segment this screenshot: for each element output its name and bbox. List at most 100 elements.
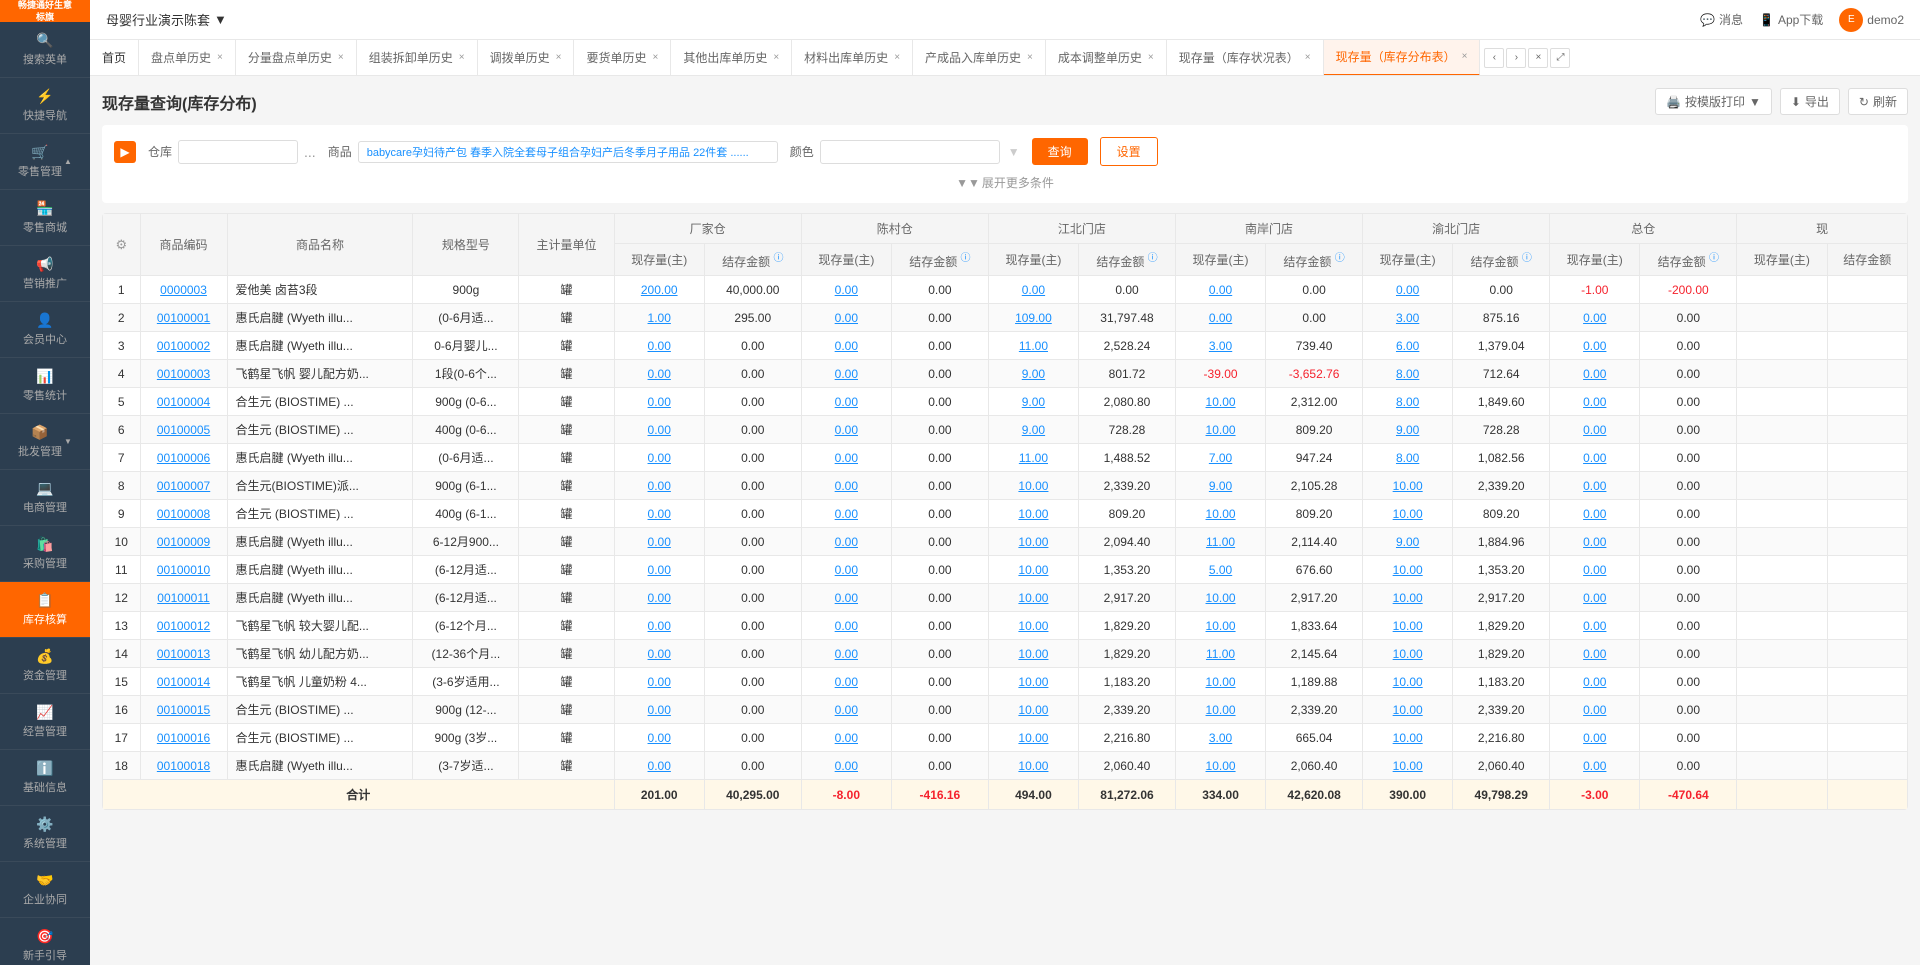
sidebar-item-marketing[interactable]: 📢 营销推广 — [0, 246, 90, 302]
cell-yb-qty[interactable]: 10.00 — [1363, 556, 1453, 584]
cell-total-qty[interactable]: 0.00 — [1550, 696, 1640, 724]
cell-total-qty[interactable]: 0.00 — [1550, 304, 1640, 332]
cell-f-qty[interactable]: 0.00 — [614, 584, 704, 612]
cell-jb-qty[interactable]: 10.00 — [988, 696, 1078, 724]
tab-close-stock-dist[interactable]: × — [1462, 51, 1468, 62]
cell-f-qty[interactable]: 1.00 — [614, 304, 704, 332]
cell-code[interactable]: 00100004 — [140, 388, 227, 416]
tab-close-assembly[interactable]: × — [459, 52, 465, 63]
expand-btn[interactable]: ▼▼ 展开更多条件 — [956, 174, 1054, 191]
cell-yb-qty[interactable]: 10.00 — [1363, 472, 1453, 500]
warehouse-dots[interactable]: ... — [304, 144, 316, 160]
cell-f-qty[interactable]: 200.00 — [614, 276, 704, 304]
cell-jb-qty[interactable]: 9.00 — [988, 388, 1078, 416]
refresh-btn[interactable]: ↻ 刷新 — [1848, 88, 1908, 115]
tab-stock-dist[interactable]: 现存量（库存分布表） × — [1324, 40, 1481, 76]
cell-cp-qty[interactable]: 0.00 — [801, 276, 891, 304]
tab-close-product[interactable]: × — [1027, 52, 1033, 63]
tab-order[interactable]: 要货单历史 × — [574, 40, 671, 76]
cell-cp-qty[interactable]: 0.00 — [801, 696, 891, 724]
cell-code[interactable]: 00100010 — [140, 556, 227, 584]
export-btn[interactable]: ⬇ 导出 — [1780, 88, 1840, 115]
cell-code[interactable]: 00100002 — [140, 332, 227, 360]
cell-code[interactable]: 00100005 — [140, 416, 227, 444]
cell-cp-qty[interactable]: 0.00 — [801, 332, 891, 360]
cell-code[interactable]: 00100001 — [140, 304, 227, 332]
cell-jb-qty[interactable]: 11.00 — [988, 332, 1078, 360]
cell-jb-qty[interactable]: 9.00 — [988, 360, 1078, 388]
cell-na-qty[interactable]: -39.00 — [1175, 360, 1265, 388]
cell-total-qty[interactable]: -1.00 — [1550, 276, 1640, 304]
cell-jb-qty[interactable]: 10.00 — [988, 528, 1078, 556]
cell-jb-qty[interactable]: 9.00 — [988, 416, 1078, 444]
cell-total-qty[interactable]: 0.00 — [1550, 332, 1640, 360]
cell-cp-qty[interactable]: 0.00 — [801, 584, 891, 612]
cell-code[interactable]: 00100014 — [140, 668, 227, 696]
sidebar-item-nav[interactable]: ⚡ 快捷导航 — [0, 78, 90, 134]
cell-code[interactable]: 0000003 — [140, 276, 227, 304]
tab-home[interactable]: 首页 — [90, 40, 139, 76]
cell-cp-qty[interactable]: 0.00 — [801, 752, 891, 780]
cell-yb-qty[interactable]: 10.00 — [1363, 724, 1453, 752]
cell-total-qty[interactable]: 0.00 — [1550, 640, 1640, 668]
cell-yb-qty[interactable]: 10.00 — [1363, 640, 1453, 668]
sidebar-item-wholesale[interactable]: 📦 批发管理 ▼ — [0, 414, 90, 470]
cell-na-qty[interactable]: 10.00 — [1175, 612, 1265, 640]
cell-cp-qty[interactable]: 0.00 — [801, 528, 891, 556]
tab-stock-status[interactable]: 现存量（库存状况表） × — [1167, 40, 1324, 76]
cell-f-qty[interactable]: 0.00 — [614, 668, 704, 696]
cell-jb-qty[interactable]: 0.00 — [988, 276, 1078, 304]
sidebar-item-purchase[interactable]: 🛍️ 采购管理 — [0, 526, 90, 582]
cell-na-qty[interactable]: 10.00 — [1175, 584, 1265, 612]
sidebar-item-basic[interactable]: ℹ️ 基础信息 — [0, 750, 90, 806]
cell-yb-qty[interactable]: 9.00 — [1363, 528, 1453, 556]
cell-na-qty[interactable]: 10.00 — [1175, 500, 1265, 528]
cell-f-qty[interactable]: 0.00 — [614, 556, 704, 584]
cell-cp-qty[interactable]: 0.00 — [801, 416, 891, 444]
cell-na-qty[interactable]: 10.00 — [1175, 668, 1265, 696]
cell-cp-qty[interactable]: 0.00 — [801, 444, 891, 472]
sidebar-item-member[interactable]: 👤 会员中心 — [0, 302, 90, 358]
cell-code[interactable]: 00100016 — [140, 724, 227, 752]
cell-na-qty[interactable]: 10.00 — [1175, 416, 1265, 444]
cell-jb-qty[interactable]: 11.00 — [988, 444, 1078, 472]
cell-cp-qty[interactable]: 0.00 — [801, 304, 891, 332]
cell-code[interactable]: 00100008 — [140, 500, 227, 528]
tab-close-cost[interactable]: × — [1148, 52, 1154, 63]
cell-total-qty[interactable]: 0.00 — [1550, 724, 1640, 752]
tab-close-stock-status[interactable]: × — [1305, 52, 1311, 63]
gear-icon[interactable]: ⚙ — [115, 237, 127, 252]
cell-yb-qty[interactable]: 8.00 — [1363, 388, 1453, 416]
cell-code[interactable]: 00100018 — [140, 752, 227, 780]
sidebar-item-ecommerce[interactable]: 💻 电商管理 — [0, 470, 90, 526]
cell-yb-qty[interactable]: 6.00 — [1363, 332, 1453, 360]
tab-material-outbound[interactable]: 材料出库单历史 × — [792, 40, 913, 76]
cell-f-qty[interactable]: 0.00 — [614, 472, 704, 500]
setting-btn[interactable]: 设置 — [1100, 137, 1158, 166]
sidebar-item-search[interactable]: 🔍 搜索英单 — [0, 22, 90, 78]
tab-sub-stocktake[interactable]: 分量盘点单历史 × — [236, 40, 357, 76]
cell-f-qty[interactable]: 0.00 — [614, 444, 704, 472]
cell-yb-qty[interactable]: 10.00 — [1363, 500, 1453, 528]
cell-yb-qty[interactable]: 8.00 — [1363, 360, 1453, 388]
cell-na-qty[interactable]: 10.00 — [1175, 752, 1265, 780]
cell-na-qty[interactable]: 5.00 — [1175, 556, 1265, 584]
cell-f-qty[interactable]: 0.00 — [614, 612, 704, 640]
cell-f-qty[interactable]: 0.00 — [614, 696, 704, 724]
cell-code[interactable]: 00100013 — [140, 640, 227, 668]
sidebar-item-retail[interactable]: 🛒 零售管理 ▲ — [0, 134, 90, 190]
cell-jb-qty[interactable]: 10.00 — [988, 500, 1078, 528]
cell-f-qty[interactable]: 0.00 — [614, 752, 704, 780]
cell-code[interactable]: 00100007 — [140, 472, 227, 500]
cell-total-qty[interactable]: 0.00 — [1550, 472, 1640, 500]
tab-stocktake[interactable]: 盘点单历史 × — [139, 40, 236, 76]
cell-yb-qty[interactable]: 10.00 — [1363, 696, 1453, 724]
cell-na-qty[interactable]: 0.00 — [1175, 276, 1265, 304]
cell-cp-qty[interactable]: 0.00 — [801, 668, 891, 696]
cell-cp-qty[interactable]: 0.00 — [801, 500, 891, 528]
cell-total-qty[interactable]: 0.00 — [1550, 528, 1640, 556]
cell-f-qty[interactable]: 0.00 — [614, 388, 704, 416]
cell-jb-qty[interactable]: 10.00 — [988, 724, 1078, 752]
cell-na-qty[interactable]: 3.00 — [1175, 724, 1265, 752]
cell-jb-qty[interactable]: 10.00 — [988, 752, 1078, 780]
